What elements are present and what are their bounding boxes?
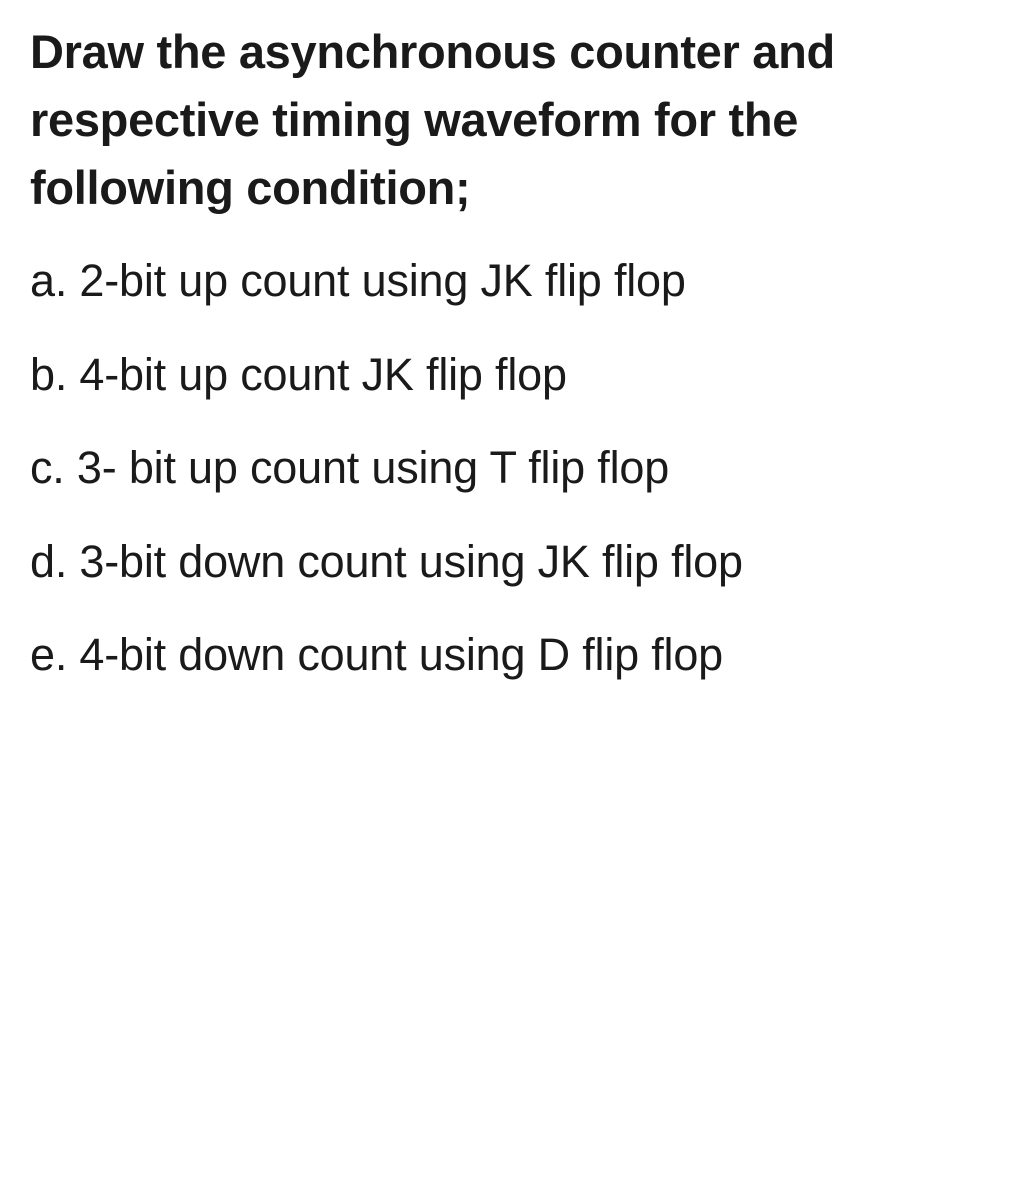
option-a: a. 2-bit up count using JK flip flop xyxy=(30,252,994,311)
question-title: Draw the asynchronous counter and respec… xyxy=(30,18,994,222)
option-e: e. 4-bit down count using D flip flop xyxy=(30,626,994,685)
option-b: b. 4-bit up count JK flip flop xyxy=(30,346,994,405)
option-c: c. 3- bit up count using T flip flop xyxy=(30,439,994,498)
option-d: d. 3-bit down count using JK flip flop xyxy=(30,533,994,592)
